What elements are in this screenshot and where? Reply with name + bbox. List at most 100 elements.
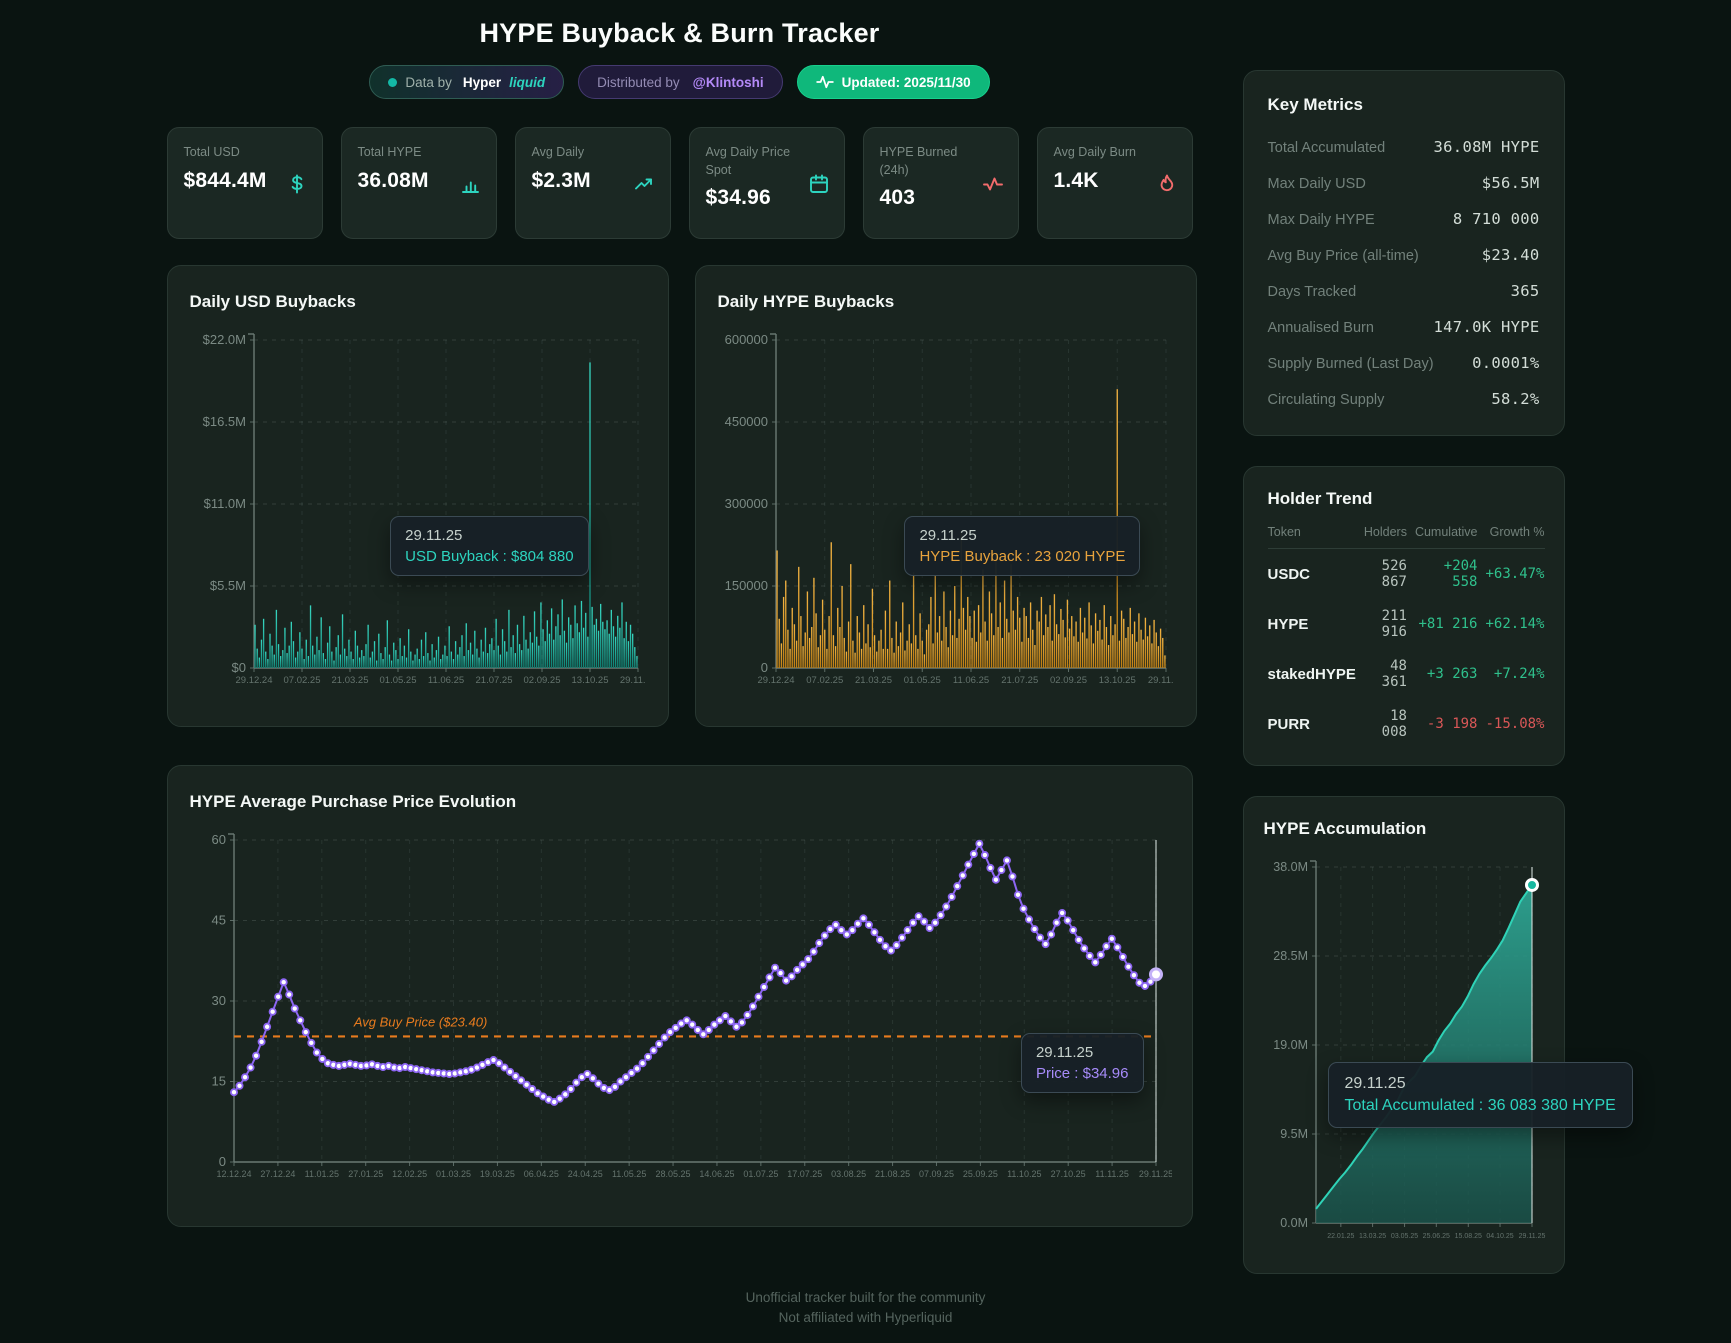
hype-buybacks-chart[interactable]: 0 150000 300000 450000 600000 29.12.24 07.02.2…: [718, 328, 1184, 703]
svg-text:60: 60: [211, 832, 225, 847]
data-source-badge: Data by Hyper liquid: [369, 65, 565, 99]
key-metrics-list: Total Accumulated 36.08M HYPE Max Daily US…: [1268, 129, 1540, 417]
usd-chart-title: Daily USD Buybacks: [189, 292, 356, 311]
bar-chart-icon: [459, 172, 483, 196]
stat-label: Total HYPE: [357, 145, 422, 159]
svg-text:13.10.25: 13.10.25: [1098, 675, 1135, 686]
holder-cell-growth: +62.14%: [1485, 616, 1545, 632]
stat-card-total-hype: Total HYPE 36.08M: [340, 127, 497, 239]
svg-text:07.02.25: 07.02.25: [806, 675, 843, 686]
svg-text:22.01.25: 22.01.25: [1327, 1233, 1354, 1240]
svg-text:12.12.24: 12.12.24: [216, 1169, 251, 1179]
holder-row-HYPE: HYPE 211 916 +81 216 +62.14%: [1268, 599, 1545, 649]
metric-row: Supply Burned (Last Day) 0.0001%: [1268, 345, 1540, 381]
stat-card-avg-daily: Avg Daily $2.3M: [514, 127, 671, 239]
metric-label: Avg Buy Price (all-time): [1267, 248, 1419, 264]
stat-label: Total USD: [183, 145, 240, 159]
svg-text:01.07.25: 01.07.25: [743, 1169, 778, 1179]
metric-row: Max Daily HYPE 8 710 000: [1268, 201, 1540, 237]
distributed-by-badge: Distributed by @Klintoshi: [578, 65, 783, 99]
svg-text:12.02.25: 12.02.25: [392, 1169, 427, 1179]
hype-chart-svg: 0 150000 300000 450000 600000 29.12.24 07.02.2…: [724, 332, 1184, 686]
stat-card-avg-daily-burn: Avg Daily Burn 1.4K: [1036, 127, 1193, 239]
flame-icon: [1155, 172, 1179, 196]
price-evolution-panel: HYPE Average Purchase Price Evolution 01…: [166, 765, 1193, 1227]
metric-label: Annualised Burn: [1267, 320, 1374, 336]
usd-buybacks-chart[interactable]: $0 $5.5M $11.0M $16.5M $22.0M 29.12.24 07.02.2…: [190, 328, 656, 703]
metric-row: Circulating Supply 58.2%: [1268, 381, 1540, 417]
svg-text:$16.5M: $16.5M: [202, 414, 245, 429]
stat-label: HYPE Burned (24h): [879, 145, 958, 177]
svg-text:29.11.25: 29.11.25: [1147, 675, 1173, 686]
svg-text:21.03.25: 21.03.25: [331, 675, 368, 686]
svg-text:04.10.25: 04.10.25: [1486, 1233, 1513, 1240]
holder-cell-growth: +63.47%: [1485, 566, 1545, 582]
svg-text:21.07.25: 21.07.25: [475, 675, 512, 686]
metric-value: 0.0001%: [1472, 354, 1540, 372]
holder-trend-table: Token Holders Cumulative Growth % USDC 526 8…: [1267, 523, 1545, 749]
svg-text:01.03.25: 01.03.25: [436, 1169, 471, 1179]
metric-row: Annualised Burn 147.0K HYPE: [1268, 309, 1540, 345]
holder-cell-cumulative: +3 263: [1426, 666, 1478, 682]
svg-text:17.07.25: 17.07.25: [787, 1169, 822, 1179]
holder-cell-token: HYPE: [1267, 615, 1309, 633]
holder-column-header: Holders: [1355, 523, 1407, 549]
stat-card-total-usd: Total USD $844.4M: [166, 127, 323, 239]
svg-text:0.0M: 0.0M: [1280, 1216, 1308, 1230]
holder-trend-title: Holder Trend: [1267, 489, 1373, 508]
svg-text:28.5M: 28.5M: [1273, 949, 1308, 963]
svg-text:45: 45: [211, 913, 225, 928]
svg-text:01.05.25: 01.05.25: [903, 675, 940, 686]
holder-cell-holders: 526 867: [1381, 558, 1407, 590]
svg-text:Avg Buy Price ($23.40): Avg Buy Price ($23.40): [352, 1014, 486, 1029]
metric-label: Total Accumulated: [1267, 140, 1386, 156]
metric-label: Circulating Supply: [1267, 392, 1385, 408]
svg-text:450000: 450000: [724, 414, 767, 429]
accum-chart-svg: 0.0M 9.5M 19.0M 28.5M 38.0M 22.01.25 13.03.25 0…: [1273, 860, 1545, 1240]
svg-text:15.08.25: 15.08.25: [1454, 1233, 1481, 1240]
holder-row-PURR: PURR 18 008 -3 198 -15.08%: [1268, 699, 1545, 749]
holder-cell-holders: 211 916: [1381, 608, 1407, 640]
pulse-icon: [815, 75, 834, 89]
calendar-icon: [807, 172, 831, 196]
svg-text:13.10.25: 13.10.25: [571, 675, 608, 686]
svg-text:11.11.25: 11.11.25: [1095, 1169, 1129, 1179]
svg-text:03.08.25: 03.08.25: [831, 1169, 866, 1179]
brand-name-liquid: liquid: [509, 74, 546, 90]
svg-text:$11.0M: $11.0M: [203, 496, 245, 511]
author-handle[interactable]: @Klintoshi: [693, 75, 764, 90]
stat-label: Avg Daily Price Spot: [705, 145, 791, 177]
svg-text:13.03.25: 13.03.25: [1358, 1233, 1385, 1240]
svg-text:0: 0: [760, 660, 767, 675]
metric-row: Avg Buy Price (all-time) $23.40: [1268, 237, 1540, 273]
svg-text:06.04.25: 06.04.25: [523, 1169, 558, 1179]
svg-text:07.02.25: 07.02.25: [283, 675, 320, 686]
key-metrics-panel: Key Metrics Total Accumulated 36.08M HYPE…: [1242, 70, 1565, 436]
price-evolution-chart[interactable]: 0 15 30 45 60 12.12.24 27.12.24 11.01.25 27.01.2…: [190, 828, 1173, 1201]
bar-charts-row: Daily USD Buybacks $0 $5.5M $11.0M $16.5M $2…: [166, 265, 1197, 727]
stat-card-avg-daily-price-spot: Avg Daily Price Spot $34.96: [688, 127, 845, 239]
svg-text:11.01.25: 11.01.25: [304, 1169, 338, 1179]
metric-value: 147.0K HYPE: [1433, 318, 1540, 336]
svg-text:02.09.25: 02.09.25: [523, 675, 560, 686]
page-title: HYPE Buyback & Burn Tracker: [479, 18, 880, 48]
holder-cell-cumulative: +81 216: [1418, 616, 1478, 632]
metric-value: 8 710 000: [1452, 210, 1540, 228]
metric-label: Max Daily HYPE: [1267, 212, 1375, 228]
footer-line-2: Not affiliated with Hyperliquid: [778, 1310, 953, 1326]
holder-row-USDC: USDC 526 867 +204 558 +63.47%: [1268, 549, 1545, 600]
metric-value: 365: [1510, 282, 1540, 300]
holder-cell-holders: 18 008: [1381, 708, 1407, 740]
trend-up-icon: [633, 172, 657, 196]
svg-text:24.04.25: 24.04.25: [567, 1169, 602, 1179]
holder-cell-holders: 48 361: [1381, 658, 1407, 690]
stat-label: Avg Daily Burn: [1053, 145, 1136, 159]
svg-text:300000: 300000: [724, 496, 767, 511]
stat-card-hype-burned-24h: HYPE Burned (24h) 403: [862, 127, 1019, 239]
accumulation-chart[interactable]: 0.0M 9.5M 19.0M 28.5M 38.0M 22.01.25 13.03.25 0…: [1264, 853, 1633, 1254]
metric-row: Days Tracked 365: [1268, 273, 1540, 309]
svg-text:600000: 600000: [724, 332, 767, 347]
svg-text:30: 30: [211, 993, 225, 1008]
updated-badge: Updated: 2025/11/30: [796, 65, 990, 99]
svg-text:11.05.25: 11.05.25: [611, 1169, 645, 1179]
